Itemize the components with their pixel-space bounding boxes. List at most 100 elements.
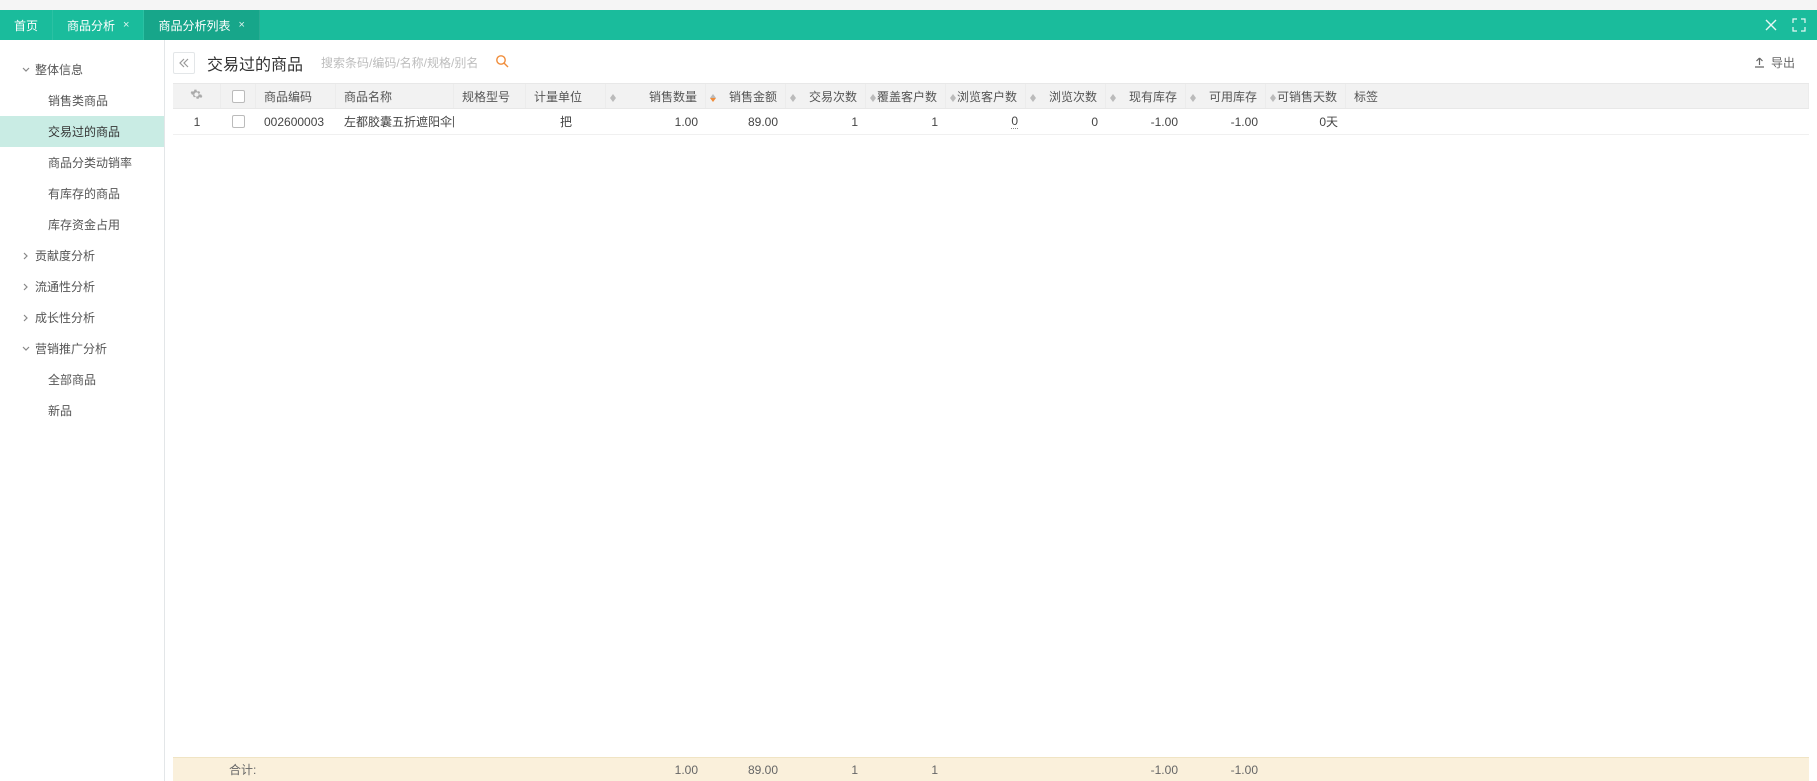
fullscreen-icon[interactable] (1791, 17, 1807, 33)
footer-blank (454, 758, 526, 781)
col-amt[interactable]: 销售金额 (706, 84, 786, 108)
col-stock[interactable]: 现有库存 (1106, 84, 1186, 108)
col-days[interactable]: 可销售天数 (1266, 84, 1346, 108)
cell-qty: 1.00 (606, 109, 706, 134)
collapse-sidebar-button[interactable] (173, 52, 195, 74)
footer-blank (1346, 758, 1809, 781)
tab-label: 商品分析 (67, 17, 115, 34)
checkbox[interactable] (232, 90, 245, 103)
col-avail[interactable]: 可用库存 (1186, 84, 1266, 108)
chevron-down-icon (22, 342, 31, 356)
footer-label: 合计: (221, 758, 256, 781)
col-views[interactable]: 浏览次数 (1026, 84, 1106, 108)
cell-tag (1346, 109, 1809, 134)
col-cust[interactable]: 覆盖客户数 (866, 84, 946, 108)
col-name[interactable]: 商品名称 (336, 84, 454, 108)
sidebar-group-growth: 成长性分析 (0, 302, 164, 333)
col-tag[interactable]: 标签 (1346, 84, 1809, 108)
footer-views (1026, 758, 1106, 781)
top-strip (0, 0, 1817, 10)
cell-vcust-value: 0 (1011, 114, 1018, 129)
footer-avail: -1.00 (1186, 758, 1266, 781)
sidebar-item-traded-products[interactable]: 交易过的商品 (0, 116, 164, 147)
search-input[interactable] (319, 52, 489, 74)
close-all-icon[interactable] (1763, 17, 1779, 33)
sidebar-group-head-growth[interactable]: 成长性分析 (0, 302, 164, 333)
chevron-down-icon (22, 63, 31, 77)
search-wrap (319, 52, 509, 74)
cell-idx: 1 (173, 109, 221, 134)
cell-vcust[interactable]: 0 (946, 109, 1026, 134)
table-body: 1 002600003 左都胶囊五折遮阳伞防晒伞; 把 1.00 89.00 1… (173, 109, 1809, 757)
tab-label: 商品分析列表 (158, 17, 230, 34)
table: 商品编码 商品名称 规格型号 计量单位 销售数量 销售金额 交易次数 覆盖客户数… (165, 83, 1817, 781)
cell-name[interactable]: 左都胶囊五折遮阳伞防晒伞; (336, 109, 454, 134)
sidebar: 整体信息 销售类商品 交易过的商品 商品分类动销率 有库存的商品 库存资金占用 … (0, 40, 165, 781)
cell-views: 0 (1026, 109, 1106, 134)
cell-cust: 1 (866, 109, 946, 134)
sidebar-item-category-rate[interactable]: 商品分类动销率 (0, 147, 164, 178)
chevron-right-icon (22, 249, 31, 263)
footer-blank (256, 758, 336, 781)
footer-tx: 1 (786, 758, 866, 781)
sidebar-item-sales-products[interactable]: 销售类商品 (0, 85, 164, 116)
sidebar-group-circulation: 流通性分析 (0, 271, 164, 302)
close-icon[interactable]: × (123, 19, 129, 31)
cell-unit: 把 (526, 109, 606, 134)
col-unit[interactable]: 计量单位 (526, 84, 606, 108)
sidebar-item-stock-capital[interactable]: 库存资金占用 (0, 209, 164, 240)
chevron-left-double-icon (179, 58, 189, 68)
sidebar-group-head-contribution[interactable]: 贡献度分析 (0, 240, 164, 271)
export-icon (1753, 56, 1766, 69)
search-icon[interactable] (495, 54, 509, 71)
col-settings[interactable] (173, 84, 221, 108)
checkbox[interactable] (232, 115, 245, 128)
col-spec[interactable]: 规格型号 (454, 84, 526, 108)
tab-home[interactable]: 首页 (0, 10, 53, 40)
sidebar-group-head-circulation[interactable]: 流通性分析 (0, 271, 164, 302)
sidebar-group-label: 贡献度分析 (35, 247, 95, 264)
sidebar-item-new-products[interactable]: 新品 (0, 395, 164, 426)
table-footer: 合计: 1.00 89.00 1 1 -1.00 -1.00 (173, 757, 1809, 781)
sidebar-group-overall: 整体信息 销售类商品 交易过的商品 商品分类动销率 有库存的商品 库存资金占用 (0, 54, 164, 240)
footer-vcust (946, 758, 1026, 781)
cell-stock: -1.00 (1106, 109, 1186, 134)
footer-qty: 1.00 (606, 758, 706, 781)
cell-spec (454, 109, 526, 134)
page-title: 交易过的商品 (207, 51, 303, 75)
chevron-right-icon (22, 311, 31, 325)
tab-product-analysis[interactable]: 商品分析 × (53, 10, 144, 40)
cell-tx: 1 (786, 109, 866, 134)
sidebar-group-marketing: 营销推广分析 全部商品 新品 (0, 333, 164, 426)
tabbar-right-controls (1763, 10, 1817, 40)
sidebar-group-label: 整体信息 (35, 61, 83, 78)
sidebar-group-label: 流通性分析 (35, 278, 95, 295)
footer-blank (526, 758, 606, 781)
footer-amt: 89.00 (706, 758, 786, 781)
export-button[interactable]: 导出 (1747, 50, 1801, 75)
col-qty[interactable]: 销售数量 (606, 84, 706, 108)
sidebar-group-head-marketing[interactable]: 营销推广分析 (0, 333, 164, 364)
col-tx[interactable]: 交易次数 (786, 84, 866, 108)
close-icon[interactable]: × (238, 19, 244, 31)
col-code[interactable]: 商品编码 (256, 84, 336, 108)
footer-blank (336, 758, 454, 781)
sidebar-item-all-products[interactable]: 全部商品 (0, 364, 164, 395)
sidebar-group-head-overall[interactable]: 整体信息 (0, 54, 164, 85)
content-header: 交易过的商品 导出 (165, 40, 1817, 83)
table-row[interactable]: 1 002600003 左都胶囊五折遮阳伞防晒伞; 把 1.00 89.00 1… (173, 109, 1809, 135)
col-checkbox[interactable] (221, 84, 256, 108)
footer-stock: -1.00 (1106, 758, 1186, 781)
export-label: 导出 (1771, 54, 1795, 71)
sidebar-item-in-stock[interactable]: 有库存的商品 (0, 178, 164, 209)
col-vcust[interactable]: 浏览客户数 (946, 84, 1026, 108)
cell-avail: -1.00 (1186, 109, 1266, 134)
sidebar-group-label: 营销推广分析 (35, 340, 107, 357)
tab-product-analysis-list[interactable]: 商品分析列表 × (144, 10, 259, 40)
cell-code: 002600003 (256, 109, 336, 134)
footer-blank (1266, 758, 1346, 781)
content: 交易过的商品 导出 商品编码 (165, 40, 1817, 781)
cell-checkbox[interactable] (221, 109, 256, 134)
sidebar-group-contribution: 贡献度分析 (0, 240, 164, 271)
table-header: 商品编码 商品名称 规格型号 计量单位 销售数量 销售金额 交易次数 覆盖客户数… (173, 83, 1809, 109)
